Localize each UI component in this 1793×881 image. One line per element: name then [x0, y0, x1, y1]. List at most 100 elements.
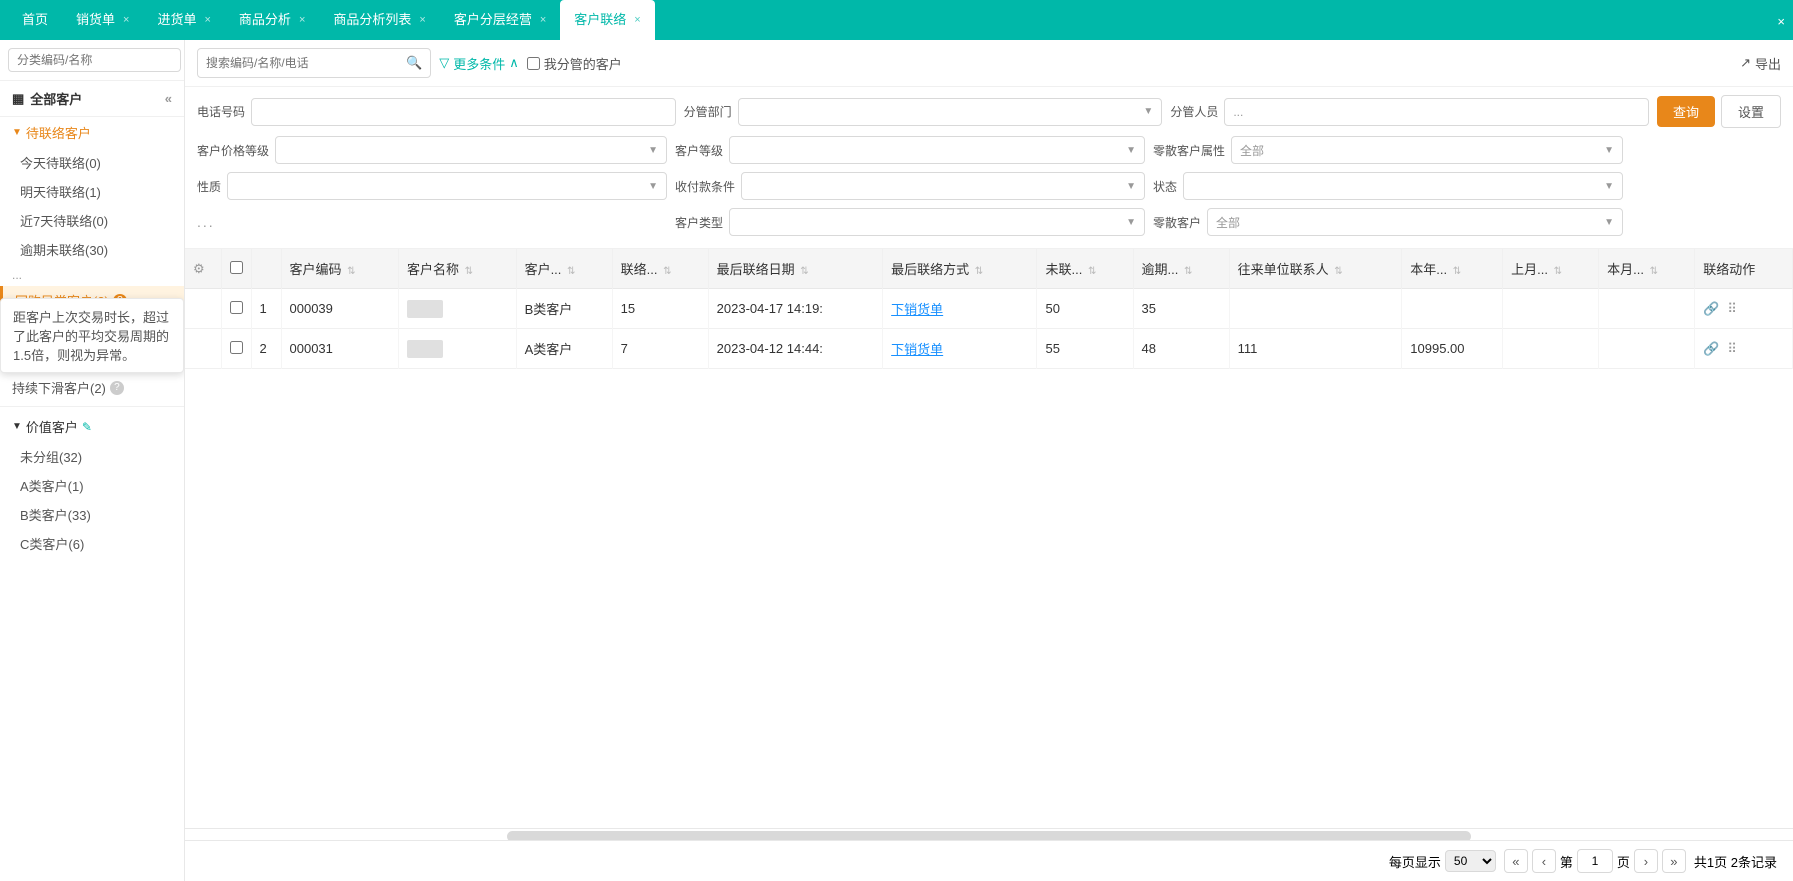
row1-checkbox — [221, 289, 251, 329]
row1-this-month — [1599, 289, 1695, 329]
price-level-label: 客户价格等级 — [197, 142, 269, 159]
first-page-button[interactable]: « — [1504, 849, 1528, 873]
row1-this-year — [1402, 289, 1503, 329]
sidebar-item-today[interactable]: 今天待联络(0) — [0, 148, 184, 177]
manager-select[interactable]: ... — [1224, 98, 1649, 126]
row2-name — [399, 329, 517, 369]
contact-sort-icon[interactable]: ⇅ — [663, 266, 671, 277]
sidebar-search-input[interactable] — [8, 48, 181, 72]
code-sort-icon[interactable]: ⇅ — [347, 266, 355, 277]
row1-action-icon-1[interactable]: 🔗 — [1703, 301, 1719, 317]
sidebar-item-7days[interactable]: 近7天待联络(0) — [0, 206, 184, 235]
filter-search-box: 🔍 — [197, 48, 431, 78]
phone-input[interactable] — [251, 98, 676, 126]
collapse-sidebar-button[interactable]: « — [165, 91, 172, 106]
price-edit-icon[interactable]: ✎ — [82, 420, 92, 434]
row1-unread: 50 — [1037, 289, 1133, 329]
pending-contact-group[interactable]: ▼ 待联络客户 — [0, 117, 184, 148]
next-page-button[interactable]: › — [1634, 849, 1658, 873]
last-page-button[interactable]: » — [1662, 849, 1686, 873]
query-button[interactable]: 查询 — [1657, 96, 1715, 127]
sidebar-item-class-b[interactable]: B类客户(33) — [0, 500, 184, 529]
thisyear-sort-icon[interactable]: ⇅ — [1453, 266, 1461, 277]
close-product-analysis-list-icon[interactable]: × — [419, 0, 425, 40]
nav-home[interactable]: 首页 — [8, 0, 62, 40]
help-declining-icon[interactable]: ? — [110, 381, 124, 395]
row2-method-link[interactable]: 下销货单 — [891, 342, 943, 357]
row2-action-icon-1[interactable]: 🔗 — [1703, 341, 1719, 357]
payment-label: 收付款条件 — [675, 178, 735, 195]
close-sales-order-icon[interactable]: × — [123, 0, 129, 40]
price-value-group[interactable]: ▼ 价值客户 ✎ — [0, 411, 184, 442]
price-arrow-icon: ▼ — [12, 421, 22, 432]
dept-select[interactable]: ▼ — [738, 98, 1163, 126]
settings-button[interactable]: 设置 — [1721, 95, 1781, 128]
lastmonth-sort-icon[interactable]: ⇅ — [1554, 266, 1562, 277]
tooltip-repeat-abnormal: 距客户上次交易时长，超过了此客户的平均交易周期的1.5倍，则视为异常。 — [0, 298, 184, 373]
name-sort-icon[interactable]: ⇅ — [465, 266, 473, 277]
payment-dropdown-icon: ▼ — [1126, 181, 1136, 192]
customer-level-select[interactable]: ▼ — [729, 136, 1145, 164]
select-all-checkbox[interactable] — [230, 261, 243, 274]
date-sort-icon[interactable]: ⇅ — [800, 266, 808, 277]
sidebar-item-overdue[interactable]: 逾期未联络(30) — [0, 235, 184, 264]
more-dots-label[interactable]: ... — [0, 264, 184, 286]
retail-customer-dropdown-icon: ▼ — [1604, 217, 1614, 228]
sidebar-item-declining[interactable]: 持续下滑客户(2) ? — [0, 373, 184, 402]
row2-this-month — [1599, 329, 1695, 369]
nav-product-analysis-list[interactable]: 商品分析列表 × — [319, 0, 439, 40]
nav-customer-contact[interactable]: 客户联络 × — [560, 0, 654, 40]
sidebar-item-unclassified[interactable]: 未分组(32) — [0, 442, 184, 471]
table-row: 1 000039 B类客户 15 — [185, 289, 1793, 329]
sidebar-item-tomorrow[interactable]: 明天待联络(1) — [0, 177, 184, 206]
type-sort-icon[interactable]: ⇅ — [567, 266, 575, 277]
retail-customer-select[interactable]: 全部 ▼ — [1207, 208, 1623, 236]
customer-level-cell: 客户等级 ▼ — [675, 136, 1145, 164]
prev-page-button[interactable]: ‹ — [1532, 849, 1556, 873]
extra-dots[interactable]: ... — [197, 214, 215, 230]
sidebar-item-class-a[interactable]: A类客户(1) — [0, 471, 184, 500]
thismonth-sort-icon[interactable]: ⇅ — [1650, 266, 1658, 277]
row1-name — [399, 289, 517, 329]
row2-action-icon-2[interactable]: ⠿ — [1727, 341, 1737, 357]
retail-customer-cell: 零散客户 全部 ▼ — [1153, 208, 1623, 236]
nav-product-analysis[interactable]: 商品分析 × — [225, 0, 319, 40]
filter-search-input[interactable] — [198, 56, 398, 70]
contact-col-header: 联络... ⇅ — [612, 249, 708, 289]
nav-sales-order[interactable]: 销货单 × — [62, 0, 143, 40]
filter-search-icon[interactable]: 🔍 — [398, 55, 430, 71]
unread-sort-icon[interactable]: ⇅ — [1088, 266, 1096, 277]
close-product-analysis-icon[interactable]: × — [299, 0, 305, 40]
row1-select-checkbox[interactable] — [230, 301, 243, 314]
customer-type-select[interactable]: ▼ — [729, 208, 1145, 236]
row2-select-checkbox[interactable] — [230, 341, 243, 354]
more-conditions-button[interactable]: ▽ 更多条件 ∧ — [439, 54, 519, 73]
export-button[interactable]: ↗ 导出 — [1740, 54, 1781, 73]
sidebar-item-class-c[interactable]: C类客户(6) — [0, 529, 184, 558]
nav-customer-tier[interactable]: 客户分层经营 × — [440, 0, 560, 40]
nav-purchase-order[interactable]: 进货单 × — [143, 0, 224, 40]
close-all-tabs-button[interactable]: × — [1777, 10, 1785, 31]
table-settings-icon[interactable]: ⚙ — [193, 261, 205, 276]
close-purchase-order-icon[interactable]: × — [204, 0, 210, 40]
method-sort-icon[interactable]: ⇅ — [975, 266, 983, 277]
history-sort-icon[interactable]: ⇅ — [1334, 266, 1342, 277]
per-page-select[interactable]: 50 20 100 — [1445, 850, 1496, 872]
my-customers-checkbox[interactable] — [527, 57, 540, 70]
overdue-sort-icon[interactable]: ⇅ — [1184, 266, 1192, 277]
retail-attr-select[interactable]: 全部 ▼ — [1231, 136, 1623, 164]
close-customer-contact-icon[interactable]: × — [634, 0, 640, 40]
payment-select[interactable]: ▼ — [741, 172, 1145, 200]
row1-action-icon-2[interactable]: ⠿ — [1727, 301, 1737, 317]
last-month-col-header: 上月... ⇅ — [1503, 249, 1599, 289]
filter-row-4: ... 客户类型 ▼ 零散客户 全部 ▼ — [197, 208, 1781, 236]
row2-contact: 7 — [612, 329, 708, 369]
row1-method-link[interactable]: 下销货单 — [891, 302, 943, 317]
status-select[interactable]: ▼ — [1183, 172, 1623, 200]
page-number-input[interactable] — [1577, 849, 1613, 873]
nature-select[interactable]: ▼ — [227, 172, 667, 200]
close-customer-tier-icon[interactable]: × — [540, 0, 546, 40]
row1-history — [1229, 289, 1402, 329]
horizontal-scrollbar[interactable] — [185, 828, 1793, 840]
price-level-select[interactable]: ▼ — [275, 136, 667, 164]
